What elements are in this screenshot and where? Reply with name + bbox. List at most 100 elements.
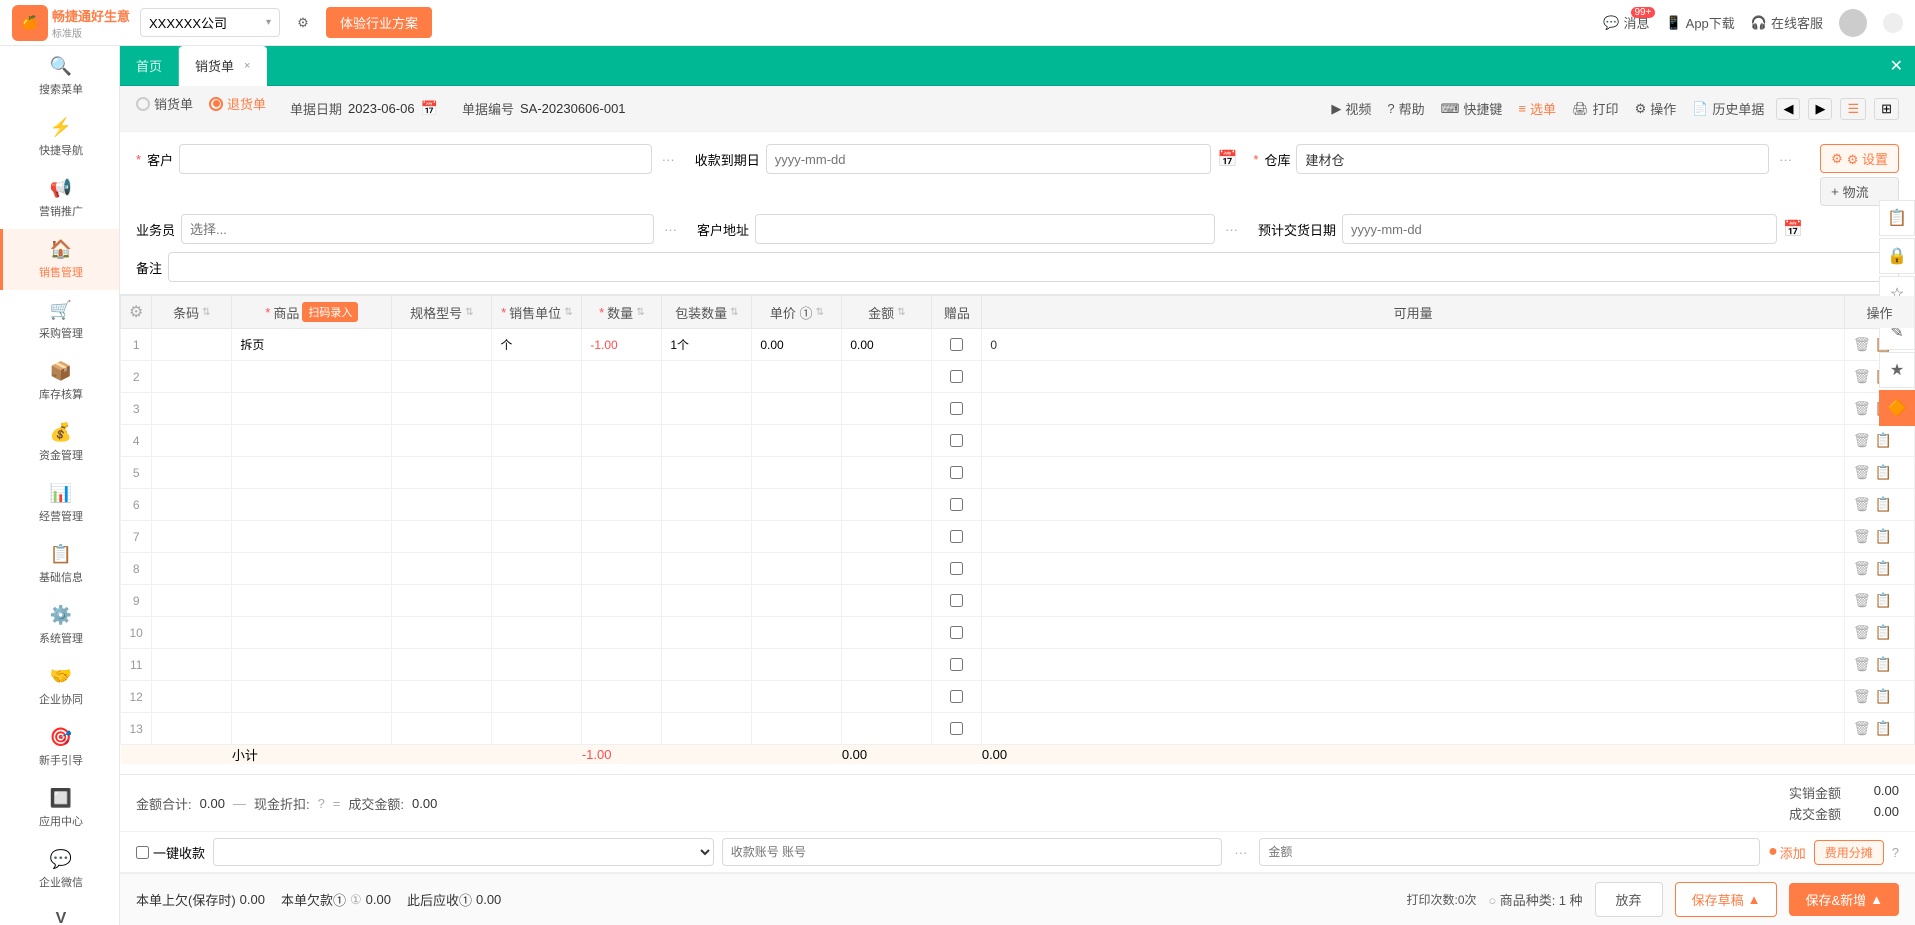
sidebar-item-guide[interactable]: 🎯 新手引导: [0, 717, 119, 778]
cell-qty-4[interactable]: [582, 425, 662, 457]
sort-barcode-icon[interactable]: ⇅: [202, 307, 210, 318]
experience-button[interactable]: 体验行业方案: [326, 7, 432, 38]
gift-check-2[interactable]: [950, 370, 963, 383]
gift-check-5[interactable]: [950, 466, 963, 479]
delete-row-icon-7[interactable]: 🗑: [1853, 528, 1871, 545]
cell-pkg-qty-2[interactable]: [662, 361, 752, 393]
cell-spec-6[interactable]: [392, 489, 492, 521]
save-new-button[interactable]: 保存&新增 ▲: [1789, 883, 1899, 916]
salesman-input[interactable]: [181, 214, 654, 244]
cell-qty-10[interactable]: [582, 617, 662, 649]
cell-unit-9[interactable]: [492, 585, 582, 617]
table-settings-icon[interactable]: ⚙: [129, 304, 143, 321]
copy-row-icon-7[interactable]: 📋: [1875, 528, 1892, 545]
gift-check-11[interactable]: [950, 658, 963, 671]
cell-amount-7[interactable]: [842, 521, 932, 553]
cell-spec-12[interactable]: [392, 681, 492, 713]
cell-qty-2[interactable]: [582, 361, 662, 393]
cell-amount-13[interactable]: [842, 713, 932, 745]
float-clipboard-button[interactable]: 📋: [1879, 200, 1915, 236]
sidebar-item-sales[interactable]: 🏠 销售管理: [0, 229, 119, 290]
cell-price-8[interactable]: [752, 553, 842, 585]
float-star-filled-button[interactable]: ★: [1879, 352, 1915, 388]
gift-check-3[interactable]: [950, 402, 963, 415]
sort-price-icon[interactable]: ⇅: [815, 307, 823, 318]
cell-product-12[interactable]: [232, 681, 392, 713]
cell-spec-4[interactable]: [392, 425, 492, 457]
cell-barcode-1[interactable]: [152, 329, 232, 361]
delete-row-icon-4[interactable]: 🗑: [1853, 432, 1871, 449]
amount-input[interactable]: [1259, 838, 1760, 866]
copy-row-icon-12[interactable]: 📋: [1875, 688, 1892, 705]
cell-spec-13[interactable]: [392, 713, 492, 745]
sidebar-item-search[interactable]: 🔍 搜索菜单: [0, 46, 119, 107]
cell-price-12[interactable]: [752, 681, 842, 713]
cell-qty-11[interactable]: [582, 649, 662, 681]
cell-barcode-7[interactable]: [152, 521, 232, 553]
cell-product-9[interactable]: [232, 585, 392, 617]
next-record-button[interactable]: ▶: [1808, 98, 1832, 120]
warehouse-input[interactable]: [1296, 144, 1769, 174]
cell-pkg-qty-9[interactable]: [662, 585, 752, 617]
tab-home[interactable]: 首页: [120, 46, 179, 86]
cell-spec-9[interactable]: [392, 585, 492, 617]
cell-pkg-qty-12[interactable]: [662, 681, 752, 713]
cell-unit-1[interactable]: [492, 329, 582, 361]
online-service-button[interactable]: 🎧 在线客服: [1751, 13, 1823, 32]
warehouse-ellipsis-button[interactable]: ···: [1775, 152, 1796, 167]
cell-price-7[interactable]: [752, 521, 842, 553]
cell-unit-3[interactable]: [492, 393, 582, 425]
tab-sales-bill[interactable]: 销货单 ×: [179, 46, 267, 86]
cell-spec-1[interactable]: [392, 329, 492, 361]
grid-view-button[interactable]: ⊞: [1874, 98, 1899, 120]
cell-pkg-qty-7[interactable]: [662, 521, 752, 553]
cell-price-3[interactable]: [752, 393, 842, 425]
sub-tab-return[interactable]: 退货单: [209, 94, 266, 113]
cell-qty-3[interactable]: [582, 393, 662, 425]
cell-spec-10[interactable]: [392, 617, 492, 649]
cell-pkg-qty-4[interactable]: [662, 425, 752, 457]
cell-barcode-13[interactable]: [152, 713, 232, 745]
cell-spec-8[interactable]: [392, 553, 492, 585]
cell-unit-2[interactable]: [492, 361, 582, 393]
cell-unit-13[interactable]: [492, 713, 582, 745]
delete-row-icon-12[interactable]: 🗑: [1853, 688, 1871, 705]
shortcut-key-button[interactable]: ⌨ 快捷键: [1437, 97, 1507, 120]
pay-method-select[interactable]: [213, 838, 714, 866]
delete-row-icon-11[interactable]: 🗑: [1853, 656, 1871, 673]
gift-check-13[interactable]: [950, 722, 963, 735]
cell-qty-6[interactable]: [582, 489, 662, 521]
account-ellipsis-button[interactable]: ···: [1230, 845, 1251, 860]
cell-amount-6[interactable]: [842, 489, 932, 521]
sub-tab-sale[interactable]: 销货单: [136, 94, 193, 113]
cell-barcode-8[interactable]: [152, 553, 232, 585]
cell-price-6[interactable]: [752, 489, 842, 521]
cell-unit-4[interactable]: [492, 425, 582, 457]
copy-row-icon-11[interactable]: 📋: [1875, 656, 1892, 673]
cell-spec-2[interactable]: [392, 361, 492, 393]
history-button[interactable]: 📄 历史单据: [1688, 97, 1768, 120]
delete-row-icon-2[interactable]: 🗑: [1853, 368, 1871, 385]
copy-row-icon-4[interactable]: 📋: [1875, 432, 1892, 449]
cell-qty-13[interactable]: [582, 713, 662, 745]
copy-row-icon-8[interactable]: 📋: [1875, 560, 1892, 577]
copy-row-icon-6[interactable]: 📋: [1875, 496, 1892, 513]
cell-amount-2[interactable]: [842, 361, 932, 393]
cell-pkg-qty-11[interactable]: [662, 649, 752, 681]
cell-product-13[interactable]: [232, 713, 392, 745]
gift-check-9[interactable]: [950, 594, 963, 607]
cell-unit-10[interactable]: [492, 617, 582, 649]
cell-qty-12[interactable]: [582, 681, 662, 713]
cell-amount-10[interactable]: [842, 617, 932, 649]
cell-amount-4[interactable]: [842, 425, 932, 457]
cell-qty-9[interactable]: [582, 585, 662, 617]
message-button[interactable]: 💬 消息 99+: [1603, 13, 1649, 32]
customer-addr-input[interactable]: [755, 214, 1215, 244]
cell-qty-7[interactable]: [582, 521, 662, 553]
float-alert-button[interactable]: 🔶: [1879, 390, 1915, 426]
fee-split-button[interactable]: 费用分摊: [1814, 840, 1884, 865]
cell-price-10[interactable]: [752, 617, 842, 649]
operation-button[interactable]: ⚙ 操作: [1631, 97, 1681, 120]
sidebar-item-wechat[interactable]: 💬 企业微信: [0, 839, 119, 900]
cell-qty-5[interactable]: [582, 457, 662, 489]
